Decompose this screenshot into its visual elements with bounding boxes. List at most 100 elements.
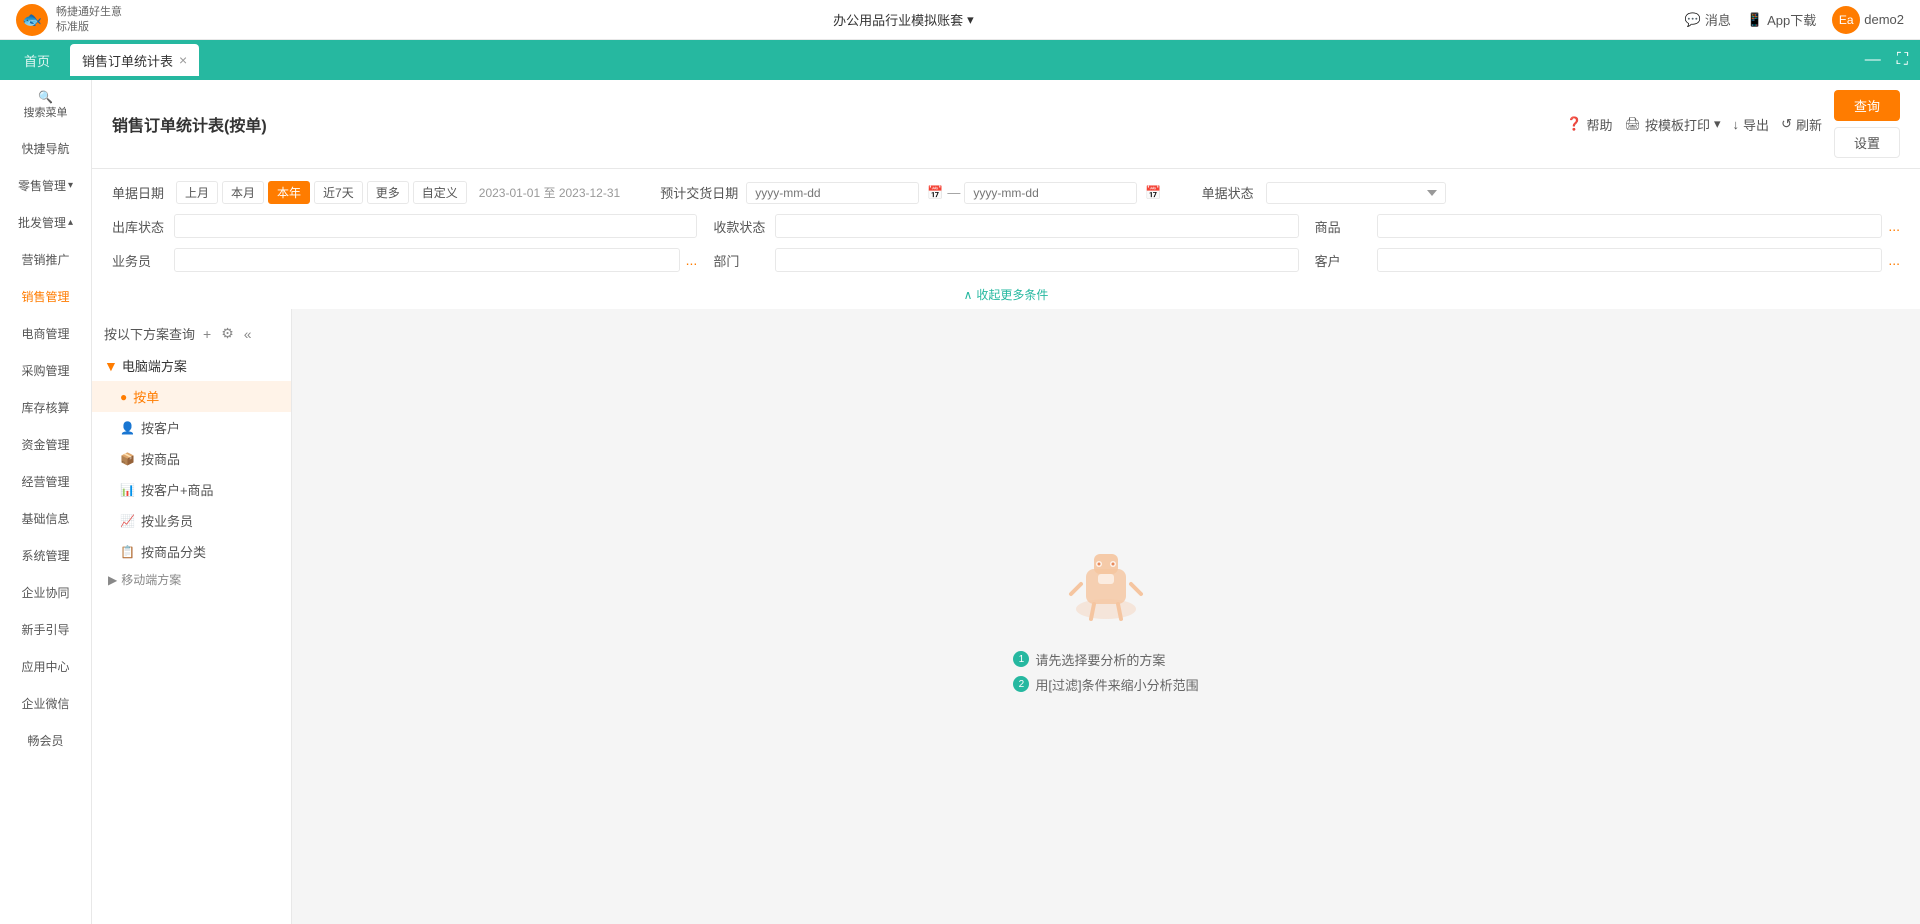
sidebar-item-marketing[interactable]: 营销推广 bbox=[0, 241, 91, 278]
scheme-add-icon[interactable]: + bbox=[201, 324, 213, 344]
scheme-item-by-order[interactable]: ● 按单 bbox=[92, 381, 291, 412]
sidebar-item-ecommerce[interactable]: 电商管理 bbox=[0, 315, 91, 352]
custom-btn[interactable]: 自定义 bbox=[413, 181, 467, 204]
calendar-icon2[interactable]: 📅 bbox=[1145, 185, 1161, 201]
chevron-icon: ▴ bbox=[68, 217, 73, 228]
date-quick-buttons: 上月 本月 本年 近7天 更多 自定义 bbox=[176, 181, 467, 204]
empty-illustration bbox=[1056, 534, 1156, 634]
tab-sales-stat[interactable]: 销售订单统计表 × bbox=[70, 44, 199, 76]
user-menu[interactable]: Ea demo2 bbox=[1832, 6, 1904, 34]
customer-ellipsis[interactable]: ... bbox=[1888, 252, 1900, 268]
body-layout: 按以下方案查询 + ⚙ « ▼ 电脑端方案 ● 按单 bbox=[92, 309, 1920, 924]
sidebar-search[interactable]: 🔍 搜索菜单 bbox=[0, 80, 91, 130]
empty-state: 1 请先选择要分析的方案 2 用[过滤]条件来缩小分析范围 bbox=[1013, 534, 1198, 700]
minimize-icon[interactable]: — bbox=[1861, 47, 1885, 73]
doc-date-label: 单据日期 bbox=[112, 183, 168, 202]
scheme-item-by-salesman[interactable]: 📈 按业务员 bbox=[92, 505, 291, 536]
collapse-btn[interactable]: ∧ 收起更多条件 bbox=[92, 280, 1920, 309]
sidebar-item-sales[interactable]: 销售管理 bbox=[0, 278, 91, 315]
page-title-bar: 销售订单统计表(按单) ❓ 帮助 🖨 按模板打印 ▾ ↓ 导出 ↺ 刷新 bbox=[92, 80, 1920, 169]
more-btn[interactable]: 更多 bbox=[367, 181, 409, 204]
doc-status-label: 单据状态 bbox=[1202, 183, 1258, 202]
message-icon: 💬 bbox=[1685, 12, 1701, 28]
ship-status-label: 出库状态 bbox=[112, 217, 168, 236]
sidebar-item-member[interactable]: 畅会员 bbox=[0, 722, 91, 759]
export-icon: ↓ bbox=[1733, 117, 1740, 132]
scheme-collapse-icon[interactable]: « bbox=[242, 324, 254, 344]
last-7days-btn[interactable]: 近7天 bbox=[314, 181, 363, 204]
this-year-btn[interactable]: 本年 bbox=[268, 181, 310, 204]
customer-label: 客户 bbox=[1315, 251, 1371, 270]
message-btn[interactable]: 💬 消息 bbox=[1685, 10, 1731, 29]
sidebar-item-inventory[interactable]: 库存核算 bbox=[0, 389, 91, 426]
sidebar-item-guide[interactable]: 新手引导 bbox=[0, 611, 91, 648]
company-name: 办公用品行业模拟账套 bbox=[833, 10, 963, 29]
scheme-item-by-category[interactable]: 📋 按商品分类 bbox=[92, 536, 291, 567]
scheme-item-by-customer[interactable]: 👤 按客户 bbox=[92, 412, 291, 443]
scheme-item-by-product[interactable]: 📦 按商品 bbox=[92, 443, 291, 474]
scheme-header: 按以下方案查询 + ⚙ « bbox=[92, 317, 291, 350]
collection-status-label: 收款状态 bbox=[713, 217, 769, 236]
salesman-ellipsis[interactable]: ... bbox=[686, 252, 698, 268]
settings-button[interactable]: 设置 bbox=[1834, 127, 1900, 158]
product-cell: 商品 ... bbox=[1315, 214, 1900, 238]
customer-input[interactable] bbox=[1377, 248, 1883, 272]
scheme-group-mobile[interactable]: ▶ 移动端方案 bbox=[92, 567, 291, 592]
expected-date-range: 📅 — 📅 bbox=[746, 182, 1161, 204]
help-btn[interactable]: ❓ 帮助 bbox=[1566, 115, 1612, 134]
sidebar-quick-nav[interactable]: 零售管理 快捷导航 bbox=[0, 130, 91, 167]
ship-status-select[interactable] bbox=[174, 214, 697, 238]
scheme-settings-icon[interactable]: ⚙ bbox=[219, 323, 236, 344]
tab-home[interactable]: 首页 bbox=[8, 40, 66, 80]
export-btn[interactable]: ↓ 导出 bbox=[1733, 115, 1770, 134]
maximize-icon[interactable]: ⛶ bbox=[1893, 47, 1912, 73]
empty-tips: 1 请先选择要分析的方案 2 用[过滤]条件来缩小分析范围 bbox=[1013, 650, 1198, 700]
filter-date-row: 单据日期 上月 本月 本年 近7天 更多 自定义 2023-01-01 至 20… bbox=[112, 181, 1900, 204]
dept-select[interactable] bbox=[775, 248, 1298, 272]
calendar-icon1[interactable]: 📅 bbox=[927, 185, 943, 201]
phone-icon: 📱 bbox=[1747, 12, 1763, 28]
user-icon: 👤 bbox=[120, 421, 135, 435]
data-area: 1 请先选择要分析的方案 2 用[过滤]条件来缩小分析范围 bbox=[292, 309, 1920, 924]
app-download-btn[interactable]: 📱 App下载 bbox=[1747, 10, 1816, 29]
doc-status-select[interactable] bbox=[1266, 182, 1446, 204]
chevron-down-icon: ▾ bbox=[967, 12, 974, 28]
logo-icon: 🐟 bbox=[16, 4, 48, 36]
company-selector[interactable]: 办公用品行业模拟账套 ▾ bbox=[833, 10, 974, 29]
print-btn[interactable]: 🖨 按模板打印 ▾ bbox=[1624, 115, 1720, 134]
scheme-group-pc-header[interactable]: ▼ 电脑端方案 bbox=[92, 350, 291, 381]
sidebar-item-wechat[interactable]: 企业微信 bbox=[0, 685, 91, 722]
last-month-btn[interactable]: 上月 bbox=[176, 181, 218, 204]
scheme-item-by-customer-product[interactable]: 📊 按客户+商品 bbox=[92, 474, 291, 505]
sidebar-item-wholesale[interactable]: 批发管理 ▴ bbox=[0, 204, 91, 241]
avatar: Ea bbox=[1832, 6, 1860, 34]
product-input[interactable] bbox=[1377, 214, 1883, 238]
sidebar-item-operations[interactable]: 经营管理 bbox=[0, 463, 91, 500]
sidebar-item-system[interactable]: 系统管理 bbox=[0, 537, 91, 574]
sidebar-item-corp[interactable]: 企业协同 bbox=[0, 574, 91, 611]
expected-date-from[interactable] bbox=[746, 182, 919, 204]
username-label: demo2 bbox=[1864, 12, 1904, 27]
sidebar-item-purchase[interactable]: 采购管理 bbox=[0, 352, 91, 389]
tab-close-icon[interactable]: × bbox=[179, 52, 187, 68]
tip-num-2: 2 bbox=[1013, 676, 1029, 692]
expected-date-to[interactable] bbox=[964, 182, 1137, 204]
dept-cell: 部门 bbox=[713, 248, 1298, 272]
bar-chart-icon: 📈 bbox=[120, 514, 135, 528]
sidebar-item-appstore[interactable]: 应用中心 bbox=[0, 648, 91, 685]
collection-status-select[interactable] bbox=[775, 214, 1298, 238]
doc-status-select-wrap bbox=[1266, 182, 1900, 204]
chart-icon: 📊 bbox=[120, 483, 135, 497]
product-ellipsis[interactable]: ... bbox=[1888, 218, 1900, 234]
sidebar: 🔍 搜索菜单 零售管理 快捷导航 零售管理 ▾ 批发管理 ▴ 营销推广 销售管理… bbox=[0, 80, 92, 924]
sidebar-item-finance[interactable]: 资金管理 bbox=[0, 426, 91, 463]
query-button[interactable]: 查询 bbox=[1834, 90, 1900, 121]
tab-bar: 首页 销售订单统计表 × — ⛶ bbox=[0, 40, 1920, 80]
this-month-btn[interactable]: 本月 bbox=[222, 181, 264, 204]
salesman-input[interactable] bbox=[174, 248, 680, 272]
refresh-btn[interactable]: ↺ 刷新 bbox=[1781, 115, 1822, 134]
sidebar-item-retail[interactable]: 零售管理 ▾ bbox=[0, 167, 91, 204]
radio-icon: ● bbox=[120, 390, 127, 404]
sidebar-item-basic[interactable]: 基础信息 bbox=[0, 500, 91, 537]
header-right: 💬 消息 📱 App下载 Ea demo2 bbox=[1685, 6, 1904, 34]
